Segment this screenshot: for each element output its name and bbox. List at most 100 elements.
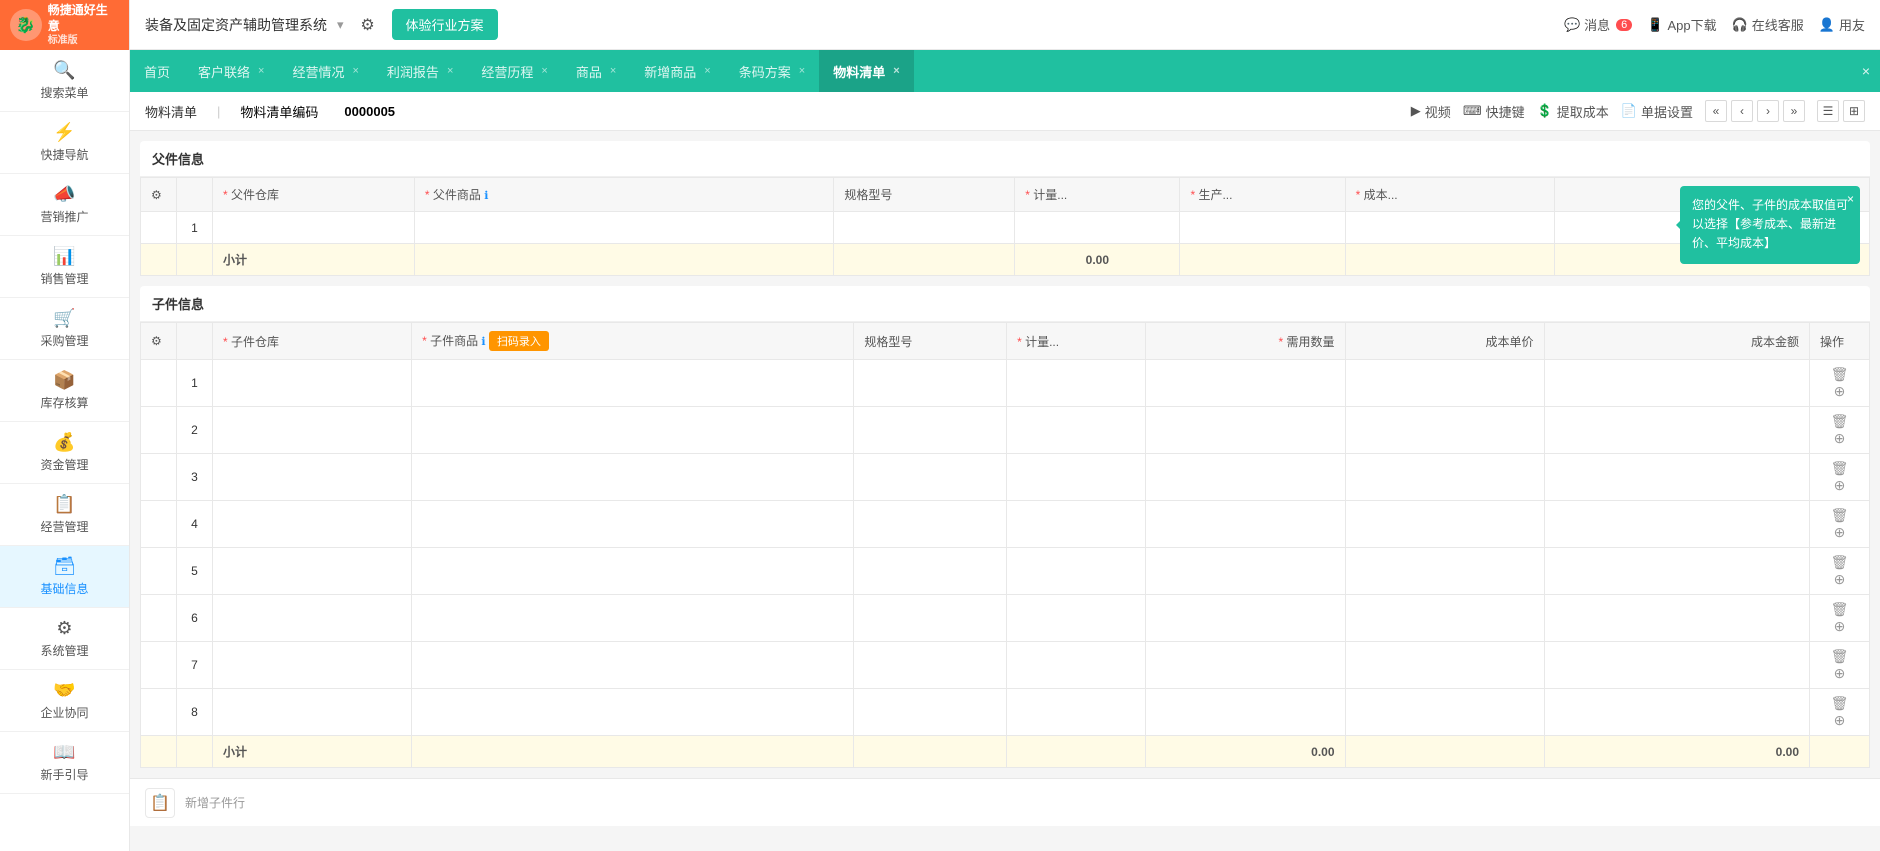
copy-row-6-button[interactable]: ⊕	[1834, 618, 1846, 634]
delete-row-5-button[interactable]: 🗑	[1831, 554, 1849, 570]
sidebar-item-marketing[interactable]: 📣 营销推广	[0, 174, 129, 236]
prev-page-button[interactable]: ‹	[1731, 100, 1753, 122]
child-row-8-warehouse[interactable]	[213, 689, 412, 736]
delete-row-6-button[interactable]: 🗑	[1831, 601, 1849, 617]
tab-new-goods[interactable]: 新增商品 ×	[630, 50, 724, 92]
child-row-3-spec[interactable]	[854, 454, 1007, 501]
user-avatar[interactable]: 👤 用友	[1819, 15, 1865, 34]
tooltip-close-button[interactable]: ×	[1847, 190, 1854, 209]
child-row-7-qty[interactable]	[1146, 642, 1345, 689]
sidebar-item-operations[interactable]: 📋 经营管理	[0, 484, 129, 546]
copy-row-8-button[interactable]: ⊕	[1834, 712, 1846, 728]
child-row-5-spec[interactable]	[854, 548, 1007, 595]
close-goods-tab[interactable]: ×	[610, 65, 616, 77]
sidebar-item-quick-nav[interactable]: ⚡ 快捷导航	[0, 112, 129, 174]
copy-row-2-button[interactable]: ⊕	[1834, 430, 1846, 446]
child-row-2-unit[interactable]	[1007, 407, 1146, 454]
child-row-5-warehouse[interactable]	[213, 548, 412, 595]
child-row-3-unit[interactable]	[1007, 454, 1146, 501]
child-row-6-spec[interactable]	[854, 595, 1007, 642]
child-col-settings[interactable]: ⚙	[141, 323, 177, 360]
child-row-2-spec[interactable]	[854, 407, 1007, 454]
child-row-3-warehouse[interactable]	[213, 454, 412, 501]
sidebar-item-search[interactable]: 🔍 搜索菜单	[0, 50, 129, 112]
app-download-button[interactable]: 📱 App下载	[1647, 15, 1716, 34]
child-row-4-unit[interactable]	[1007, 501, 1146, 548]
child-row-7-unit[interactable]	[1007, 642, 1146, 689]
tab-material-list[interactable]: 物料清单 ×	[819, 50, 913, 92]
close-profit-report-tab[interactable]: ×	[447, 65, 453, 77]
close-material-list-tab[interactable]: ×	[893, 65, 899, 77]
sidebar-item-guide[interactable]: 📖 新手引导	[0, 732, 129, 794]
child-row-4-spec[interactable]	[854, 501, 1007, 548]
parent-row-1-unit[interactable]	[1015, 212, 1180, 244]
parent-row-1-cost[interactable]	[1345, 212, 1555, 244]
child-row-1-warehouse[interactable]	[213, 360, 412, 407]
child-row-1-qty[interactable]	[1146, 360, 1345, 407]
close-operations-status-tab[interactable]: ×	[352, 65, 358, 77]
child-row-4-qty[interactable]	[1146, 501, 1345, 548]
sidebar-item-sales[interactable]: 📊 销售管理	[0, 236, 129, 298]
delete-row-1-button[interactable]: 🗑	[1831, 366, 1849, 382]
child-row-7-spec[interactable]	[854, 642, 1007, 689]
video-action[interactable]: ▶ 视频	[1411, 102, 1451, 121]
last-page-button[interactable]: »	[1783, 100, 1805, 122]
sidebar-item-basic-info[interactable]: 🗃 基础信息	[0, 546, 129, 608]
shortcut-action[interactable]: ⌨ 快捷键	[1463, 102, 1525, 121]
child-row-6-goods[interactable]	[412, 595, 854, 642]
child-row-1-unit[interactable]	[1007, 360, 1146, 407]
parent-row-1-spec[interactable]	[834, 212, 1015, 244]
delete-row-8-button[interactable]: 🗑	[1831, 695, 1849, 711]
child-row-6-unit[interactable]	[1007, 595, 1146, 642]
child-row-5-goods[interactable]	[412, 548, 854, 595]
child-row-2-warehouse[interactable]	[213, 407, 412, 454]
first-page-button[interactable]: «	[1705, 100, 1727, 122]
child-row-5-unit[interactable]	[1007, 548, 1146, 595]
scan-input-button[interactable]: 扫码录入	[489, 331, 549, 351]
copy-row-5-button[interactable]: ⊕	[1834, 571, 1846, 587]
tab-customer[interactable]: 客户联络 ×	[184, 50, 278, 92]
close-all-tabs[interactable]: ×	[1852, 63, 1880, 79]
copy-row-4-button[interactable]: ⊕	[1834, 524, 1846, 540]
copy-row-7-button[interactable]: ⊕	[1834, 665, 1846, 681]
close-new-goods-tab[interactable]: ×	[704, 65, 710, 77]
child-row-2-qty[interactable]	[1146, 407, 1345, 454]
sidebar-item-finance[interactable]: 💰 资金管理	[0, 422, 129, 484]
sidebar-item-enterprise[interactable]: 🤝 企业协同	[0, 670, 129, 732]
child-row-8-goods[interactable]	[412, 689, 854, 736]
close-customer-tab[interactable]: ×	[258, 65, 264, 77]
next-page-button[interactable]: ›	[1757, 100, 1779, 122]
copy-row-1-button[interactable]: ⊕	[1834, 383, 1846, 399]
sidebar-item-purchase[interactable]: 🛒 采购管理	[0, 298, 129, 360]
child-row-7-warehouse[interactable]	[213, 642, 412, 689]
close-operations-history-tab[interactable]: ×	[541, 65, 547, 77]
online-service-button[interactable]: 🎧 在线客服	[1732, 15, 1804, 34]
parent-row-1-goods[interactable]	[414, 212, 833, 244]
single-settings-action[interactable]: 📄 单据设置	[1621, 102, 1693, 121]
tab-goods[interactable]: 商品 ×	[562, 50, 630, 92]
child-row-7-goods[interactable]	[412, 642, 854, 689]
child-row-2-goods[interactable]	[412, 407, 854, 454]
child-row-1-goods[interactable]	[412, 360, 854, 407]
dropdown-arrow[interactable]: ▾	[337, 17, 344, 33]
child-row-3-qty[interactable]	[1146, 454, 1345, 501]
child-row-8-spec[interactable]	[854, 689, 1007, 736]
delete-row-3-button[interactable]: 🗑	[1831, 460, 1849, 476]
child-row-6-warehouse[interactable]	[213, 595, 412, 642]
delete-row-4-button[interactable]: 🗑	[1831, 507, 1849, 523]
child-row-4-warehouse[interactable]	[213, 501, 412, 548]
sidebar-item-system[interactable]: ⚙ 系统管理	[0, 608, 129, 670]
tab-profit-report[interactable]: 利润报告 ×	[373, 50, 467, 92]
child-row-3-goods[interactable]	[412, 454, 854, 501]
settings-button[interactable]: ⚙	[354, 11, 382, 39]
trial-button[interactable]: 体验行业方案	[392, 9, 498, 40]
list-view-button[interactable]: ☰	[1817, 100, 1839, 122]
tab-barcode-plan[interactable]: 条码方案 ×	[725, 50, 819, 92]
tab-operations-status[interactable]: 经营情况 ×	[278, 50, 372, 92]
add-child-row-button[interactable]: 📋	[145, 788, 175, 818]
tab-operations-history[interactable]: 经营历程 ×	[467, 50, 561, 92]
child-row-5-qty[interactable]	[1146, 548, 1345, 595]
delete-row-7-button[interactable]: 🗑	[1831, 648, 1849, 664]
child-row-4-goods[interactable]	[412, 501, 854, 548]
parent-row-1-warehouse[interactable]	[213, 212, 415, 244]
